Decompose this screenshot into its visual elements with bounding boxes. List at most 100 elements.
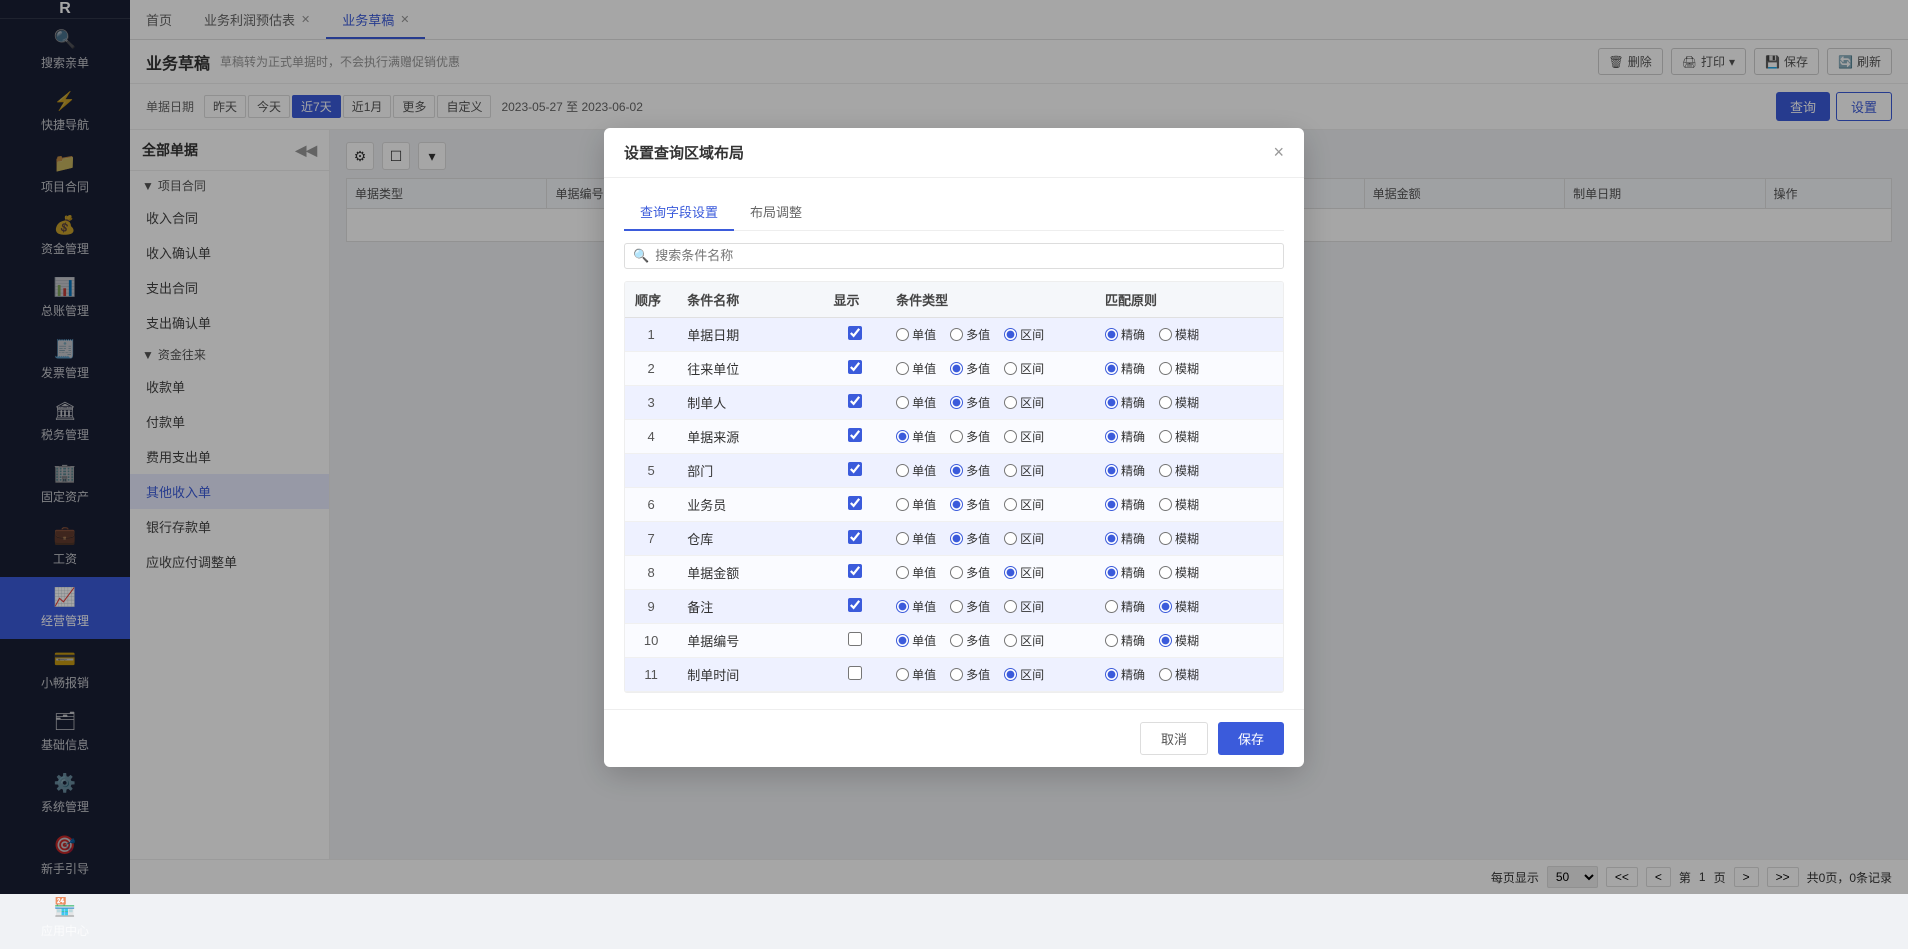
match-radio-模糊[interactable]: 模糊 (1159, 632, 1199, 649)
type-radio-单值[interactable]: 单值 (896, 496, 936, 513)
type-radio-区间[interactable]: 区间 (1004, 564, 1044, 581)
modal-row-show[interactable] (823, 521, 886, 555)
modal-row-name: 单据来源 (677, 419, 823, 453)
modal-row-match: 精确模糊 (1095, 453, 1283, 487)
match-radio-模糊[interactable]: 模糊 (1159, 394, 1199, 411)
modal-row-show[interactable] (823, 351, 886, 385)
cancel-button[interactable]: 取消 (1140, 722, 1208, 755)
type-radio-区间[interactable]: 区间 (1004, 394, 1044, 411)
match-radio-模糊[interactable]: 模糊 (1159, 666, 1199, 683)
show-checkbox[interactable] (848, 462, 862, 476)
match-radio-模糊[interactable]: 模糊 (1159, 496, 1199, 513)
modal-search-box: 🔍 (624, 243, 1284, 269)
type-radio-单值[interactable]: 单值 (896, 428, 936, 445)
type-radio-多值[interactable]: 多值 (950, 428, 990, 445)
modal-row-match: 精确模糊 (1095, 385, 1283, 419)
type-radio-多值[interactable]: 多值 (950, 530, 990, 547)
type-radio-单值[interactable]: 单值 (896, 598, 936, 615)
modal-close-button[interactable]: × (1273, 143, 1284, 161)
modal-row-show[interactable] (823, 555, 886, 589)
modal-row-name: 制单人 (677, 385, 823, 419)
type-radio-区间[interactable]: 区间 (1004, 530, 1044, 547)
match-radio-模糊[interactable]: 模糊 (1159, 326, 1199, 343)
modal-row-name: 单据金额 (677, 555, 823, 589)
modal-row-show[interactable] (823, 317, 886, 351)
appstore-icon: 🏪 (54, 897, 76, 918)
match-radio-精确[interactable]: 精确 (1105, 360, 1145, 377)
modal-tab-query-fields[interactable]: 查询字段设置 (624, 194, 734, 231)
show-checkbox[interactable] (848, 428, 862, 442)
type-radio-单值[interactable]: 单值 (896, 632, 936, 649)
type-radio-区间[interactable]: 区间 (1004, 666, 1044, 683)
modal-row-show[interactable] (823, 657, 886, 691)
match-radio-精确[interactable]: 精确 (1105, 326, 1145, 343)
match-radio-模糊[interactable]: 模糊 (1159, 564, 1199, 581)
match-radio-模糊[interactable]: 模糊 (1159, 530, 1199, 547)
type-radio-单值[interactable]: 单值 (896, 530, 936, 547)
modal-search-icon: 🔍 (633, 248, 649, 264)
modal-row-name: 部门 (677, 453, 823, 487)
show-checkbox[interactable] (848, 666, 862, 680)
type-radio-多值[interactable]: 多值 (950, 598, 990, 615)
type-radio-区间[interactable]: 区间 (1004, 462, 1044, 479)
show-checkbox[interactable] (848, 496, 862, 510)
modal-row-show[interactable] (823, 589, 886, 623)
type-radio-区间[interactable]: 区间 (1004, 632, 1044, 649)
modal-th-type: 条件类型 (886, 282, 1095, 318)
match-radio-精确[interactable]: 精确 (1105, 394, 1145, 411)
match-radio-精确[interactable]: 精确 (1105, 530, 1145, 547)
match-radio-精确[interactable]: 精确 (1105, 564, 1145, 581)
modal-th-match: 匹配原则 (1095, 282, 1283, 318)
type-radio-单值[interactable]: 单值 (896, 666, 936, 683)
match-radio-精确[interactable]: 精确 (1105, 632, 1145, 649)
type-radio-单值[interactable]: 单值 (896, 394, 936, 411)
type-radio-多值[interactable]: 多值 (950, 326, 990, 343)
modal-tab-layout[interactable]: 布局调整 (734, 194, 818, 231)
modal-row-show[interactable] (823, 487, 886, 521)
match-radio-精确[interactable]: 精确 (1105, 666, 1145, 683)
modal-row-match: 精确模糊 (1095, 555, 1283, 589)
type-radio-区间[interactable]: 区间 (1004, 326, 1044, 343)
match-radio-模糊[interactable]: 模糊 (1159, 428, 1199, 445)
sidebar-item-appstore[interactable]: 🏪 应用中心 (0, 887, 130, 949)
match-radio-精确[interactable]: 精确 (1105, 496, 1145, 513)
match-radio-精确[interactable]: 精确 (1105, 428, 1145, 445)
type-radio-区间[interactable]: 区间 (1004, 496, 1044, 513)
type-radio-多值[interactable]: 多值 (950, 360, 990, 377)
modal-row-show[interactable] (823, 385, 886, 419)
show-checkbox[interactable] (848, 564, 862, 578)
type-radio-区间[interactable]: 区间 (1004, 360, 1044, 377)
type-radio-多值[interactable]: 多值 (950, 666, 990, 683)
type-radio-单值[interactable]: 单值 (896, 326, 936, 343)
match-radio-精确[interactable]: 精确 (1105, 598, 1145, 615)
type-radio-多值[interactable]: 多值 (950, 632, 990, 649)
modal-search-input[interactable] (655, 248, 1275, 263)
match-radio-模糊[interactable]: 模糊 (1159, 598, 1199, 615)
type-radio-区间[interactable]: 区间 (1004, 598, 1044, 615)
show-checkbox[interactable] (848, 632, 862, 646)
type-radio-多值[interactable]: 多值 (950, 564, 990, 581)
type-radio-单值[interactable]: 单值 (896, 564, 936, 581)
modal-row-order: 10 (625, 623, 677, 657)
type-radio-单值[interactable]: 单值 (896, 462, 936, 479)
type-radio-多值[interactable]: 多值 (950, 462, 990, 479)
modal-overlay: 设置查询区域布局 × 查询字段设置 布局调整 🔍 顺序 条件 (0, 0, 1908, 894)
show-checkbox[interactable] (848, 530, 862, 544)
modal-row-show[interactable] (823, 419, 886, 453)
modal-row-name: 制单时间 (677, 657, 823, 691)
modal-row-order: 2 (625, 351, 677, 385)
type-radio-区间[interactable]: 区间 (1004, 428, 1044, 445)
modal-row-show[interactable] (823, 453, 886, 487)
type-radio-多值[interactable]: 多值 (950, 394, 990, 411)
type-radio-多值[interactable]: 多值 (950, 496, 990, 513)
show-checkbox[interactable] (848, 360, 862, 374)
match-radio-精确[interactable]: 精确 (1105, 462, 1145, 479)
modal-row-show[interactable] (823, 623, 886, 657)
modal-save-button[interactable]: 保存 (1218, 722, 1284, 755)
show-checkbox[interactable] (848, 326, 862, 340)
show-checkbox[interactable] (848, 598, 862, 612)
show-checkbox[interactable] (848, 394, 862, 408)
match-radio-模糊[interactable]: 模糊 (1159, 462, 1199, 479)
type-radio-单值[interactable]: 单值 (896, 360, 936, 377)
match-radio-模糊[interactable]: 模糊 (1159, 360, 1199, 377)
